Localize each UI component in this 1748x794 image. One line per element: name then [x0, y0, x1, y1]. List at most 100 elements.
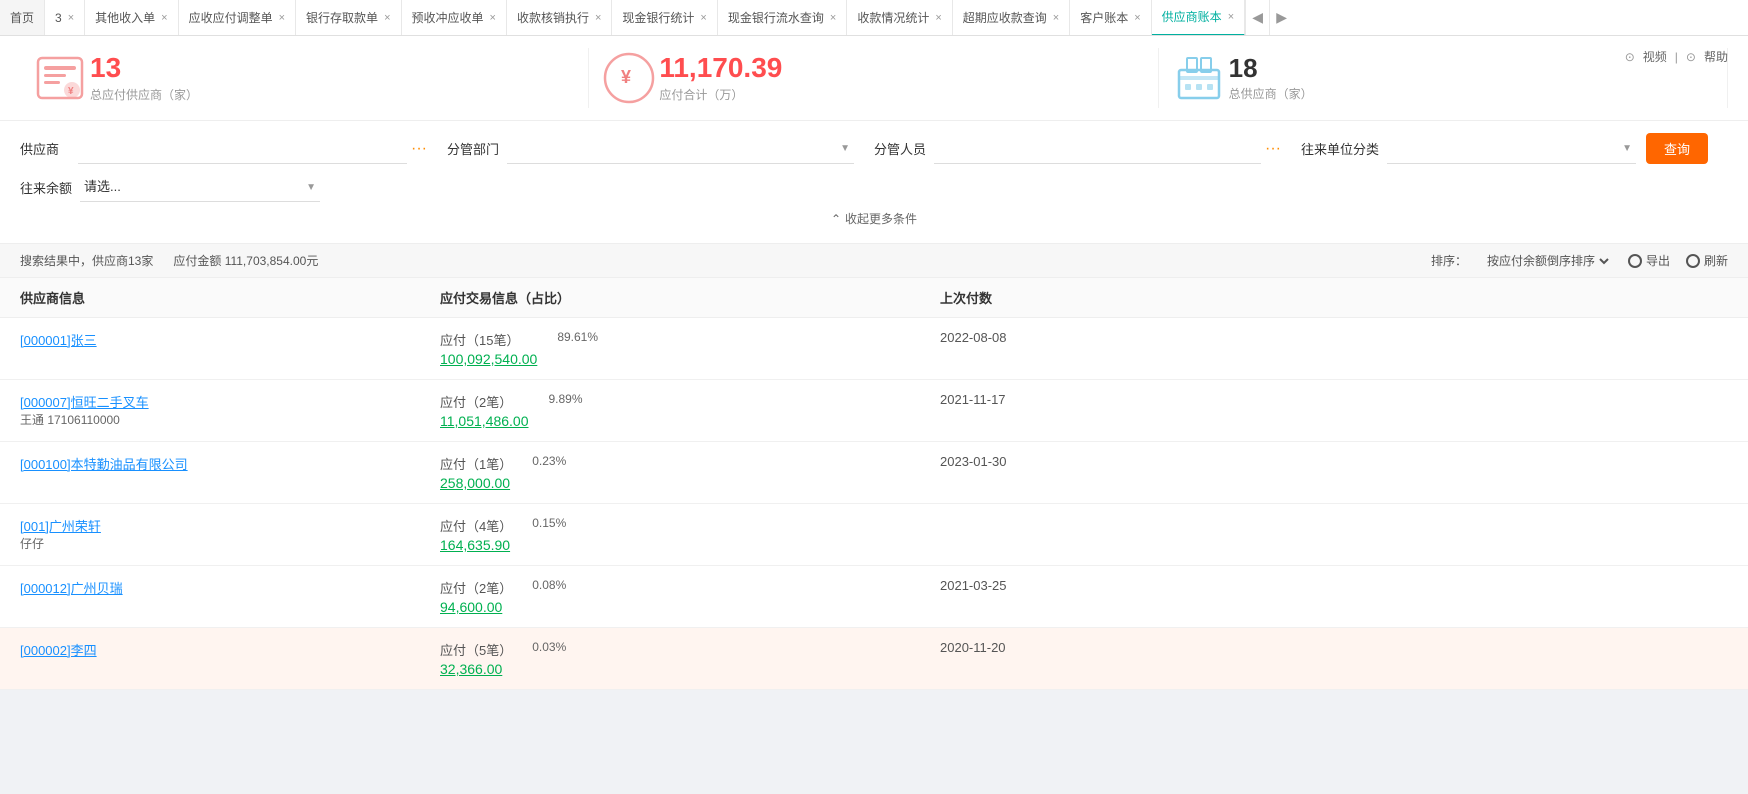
- supplier-filter-dots[interactable]: ···: [411, 140, 427, 158]
- result-amount-text: 应付金额 111,703,854.00元: [173, 252, 318, 269]
- nav-tab-overdue-ar[interactable]: 超期应收款查询 ×: [953, 0, 1070, 36]
- nav-tab-cash-bank-query[interactable]: 现金银行流水查询 ×: [718, 0, 847, 36]
- close-receipt-stat[interactable]: ×: [935, 12, 941, 24]
- export-button[interactable]: 导出: [1628, 252, 1670, 269]
- nav-tab-3[interactable]: 3 ×: [45, 0, 85, 36]
- trans-amount-4[interactable]: 94,600.00: [440, 599, 512, 615]
- table-row: [000007]恒旺二手叉车 王通 17106110000 应付（2笔） 11,…: [0, 380, 1748, 442]
- nav-tab-advance-ar[interactable]: 预收冲应收单 ×: [402, 0, 507, 36]
- video-link[interactable]: 视频: [1643, 48, 1667, 65]
- refresh-label: 刷新: [1704, 252, 1728, 269]
- summary-info-total-suppliers: 18 总供应商（家）: [1229, 55, 1313, 102]
- circle-icon: ⊙: [1625, 50, 1635, 64]
- lastpay-cell-1: 2021-11-17: [940, 392, 1728, 407]
- filter-supplier: 供应商 ···: [20, 134, 427, 164]
- supplier-link-1[interactable]: [000007]恒旺二手叉车: [20, 392, 440, 411]
- nav-tab-supplier-ledger-label: 供应商账本: [1162, 8, 1222, 25]
- supplier-link-5[interactable]: [000002]李四: [20, 640, 440, 659]
- trans-label-3: 应付（4笔）: [440, 516, 512, 535]
- table-row: [000002]李四 应付（5笔） 32,366.00 0.03% 2020-1…: [0, 628, 1748, 690]
- help-link[interactable]: 帮助: [1704, 48, 1728, 65]
- result-bar: 搜索结果中，供应商13家 应付金额 111,703,854.00元 排序： 按应…: [0, 244, 1748, 278]
- transaction-cell-4: 应付（2笔） 94,600.00 0.08%: [440, 578, 940, 615]
- trans-label-2: 应付（1笔）: [440, 454, 512, 473]
- close-cash-bank-stat[interactable]: ×: [700, 12, 706, 24]
- collapse-button[interactable]: ⌃ 收起更多条件: [20, 210, 1728, 227]
- nav-tab-cash-bank-stat[interactable]: 现金银行统计 ×: [612, 0, 717, 36]
- close-bank-deposit[interactable]: ×: [384, 12, 390, 24]
- nav-tab-home-label: 首页: [10, 9, 34, 26]
- trans-label-1: 应付（2笔）: [440, 392, 529, 411]
- table-row: [000100]本特勤油品有限公司 应付（1笔） 258,000.00 0.23…: [0, 442, 1748, 504]
- trans-left-0: 应付（15笔） 100,092,540.00: [440, 330, 537, 367]
- close-tab-3[interactable]: ×: [68, 12, 74, 24]
- trans-amount-2[interactable]: 258,000.00: [440, 475, 512, 491]
- lastpay-cell-2: 2023-01-30: [940, 454, 1728, 469]
- transaction-cell-3: 应付（4笔） 164,635.90 0.15%: [440, 516, 940, 553]
- result-summary-text: 搜索结果中，供应商13家: [20, 252, 153, 269]
- summary-bar: ¥ 13 总应付供应商（家） ¥ 11,170.39 应付合计（万）: [0, 36, 1748, 121]
- header-supplier: 供应商信息: [20, 288, 440, 307]
- search-button[interactable]: 查询: [1646, 133, 1708, 164]
- supplier-link-3[interactable]: [001]广州荣轩: [20, 516, 440, 535]
- summary-card-payable-suppliers: ¥ 13 总应付供应商（家）: [20, 48, 589, 108]
- trans-label-5: 应付（5笔）: [440, 640, 512, 659]
- summary-info-total-payable: 11,170.39 应付合计（万）: [659, 54, 782, 103]
- filter-dept: 分管部门 ▼: [447, 134, 854, 164]
- dept-select-wrapper: ▼: [507, 134, 854, 164]
- nav-arrow-left[interactable]: ◀: [1245, 0, 1269, 36]
- close-cash-bank-query[interactable]: ×: [830, 12, 836, 24]
- nav-tab-customer-ledger[interactable]: 客户账本 ×: [1070, 0, 1151, 36]
- nav-tab-supplier-ledger[interactable]: 供应商账本 ×: [1152, 0, 1245, 36]
- close-overdue-ar[interactable]: ×: [1053, 12, 1059, 24]
- transaction-cell-2: 应付（1笔） 258,000.00 0.23%: [440, 454, 940, 491]
- close-ar-ap-adjust[interactable]: ×: [279, 12, 285, 24]
- lastpay-cell-5: 2020-11-20: [940, 640, 1728, 655]
- total-payable-icon: ¥: [599, 48, 659, 108]
- balance-filter-select[interactable]: 请选...: [80, 172, 320, 202]
- supplier-link-0[interactable]: [000001]张三: [20, 330, 440, 349]
- nav-tab-overdue-ar-label: 超期应收款查询: [963, 9, 1047, 26]
- trans-amount-3[interactable]: 164,635.90: [440, 537, 512, 553]
- lastpay-cell-4: 2021-03-25: [940, 578, 1728, 593]
- trans-amount-5[interactable]: 32,366.00: [440, 661, 512, 677]
- supplier-filter-input[interactable]: [78, 134, 407, 164]
- svg-text:¥: ¥: [68, 86, 74, 97]
- close-receipt-verify[interactable]: ×: [595, 12, 601, 24]
- trans-amount-0[interactable]: 100,092,540.00: [440, 351, 537, 367]
- nav-arrow-right[interactable]: ▶: [1269, 0, 1293, 36]
- close-supplier-ledger[interactable]: ×: [1228, 11, 1234, 23]
- filter-row-2: 往来余额 请选... ▼: [20, 172, 1728, 202]
- nav-tab-other-income[interactable]: 其他收入单 ×: [85, 0, 178, 36]
- person-filter-dots[interactable]: ···: [1265, 140, 1281, 158]
- nav-tab-receipt-stat[interactable]: 收款情况统计 ×: [847, 0, 952, 36]
- nav-tab-bank-deposit[interactable]: 银行存取款单 ×: [296, 0, 401, 36]
- refresh-icon: [1686, 254, 1700, 268]
- nav-tab-cash-bank-query-label: 现金银行流水查询: [728, 9, 824, 26]
- filter-category: 往来单位分类 ▼ 查询: [1301, 133, 1708, 164]
- trans-percent-0: 89.61%: [557, 330, 598, 344]
- trans-percent-4: 0.08%: [532, 578, 566, 592]
- export-label: 导出: [1646, 252, 1670, 269]
- refresh-button[interactable]: 刷新: [1686, 252, 1728, 269]
- close-other-income[interactable]: ×: [161, 12, 167, 24]
- table-row: [001]广州荣轩 仔仔 应付（4笔） 164,635.90 0.15%: [0, 504, 1748, 566]
- category-filter-select[interactable]: [1387, 134, 1636, 164]
- nav-tab-other-income-label: 其他收入单: [95, 9, 155, 26]
- trans-percent-2: 0.23%: [532, 454, 566, 468]
- close-customer-ledger[interactable]: ×: [1134, 12, 1140, 24]
- nav-tab-receipt-verify[interactable]: 收款核销执行 ×: [507, 0, 612, 36]
- payable-suppliers-count: 13: [90, 54, 198, 82]
- supplier-link-2[interactable]: [000100]本特勤油品有限公司: [20, 454, 440, 473]
- supplier-cell-0: [000001]张三: [20, 330, 440, 349]
- header-transaction: 应付交易信息（占比）: [440, 288, 940, 307]
- nav-tab-ar-ap-adjust[interactable]: 应收应付调整单 ×: [179, 0, 296, 36]
- nav-tab-home[interactable]: 首页: [0, 0, 45, 36]
- close-advance-ar[interactable]: ×: [490, 12, 496, 24]
- dept-filter-select[interactable]: [507, 134, 854, 164]
- person-filter-input[interactable]: [934, 134, 1261, 164]
- nav-tab-receipt-stat-label: 收款情况统计: [857, 9, 929, 26]
- trans-amount-1[interactable]: 11,051,486.00: [440, 413, 529, 429]
- supplier-link-4[interactable]: [000012]广州贝瑞: [20, 578, 440, 597]
- sort-select[interactable]: 按应付余额倒序排序: [1483, 253, 1612, 269]
